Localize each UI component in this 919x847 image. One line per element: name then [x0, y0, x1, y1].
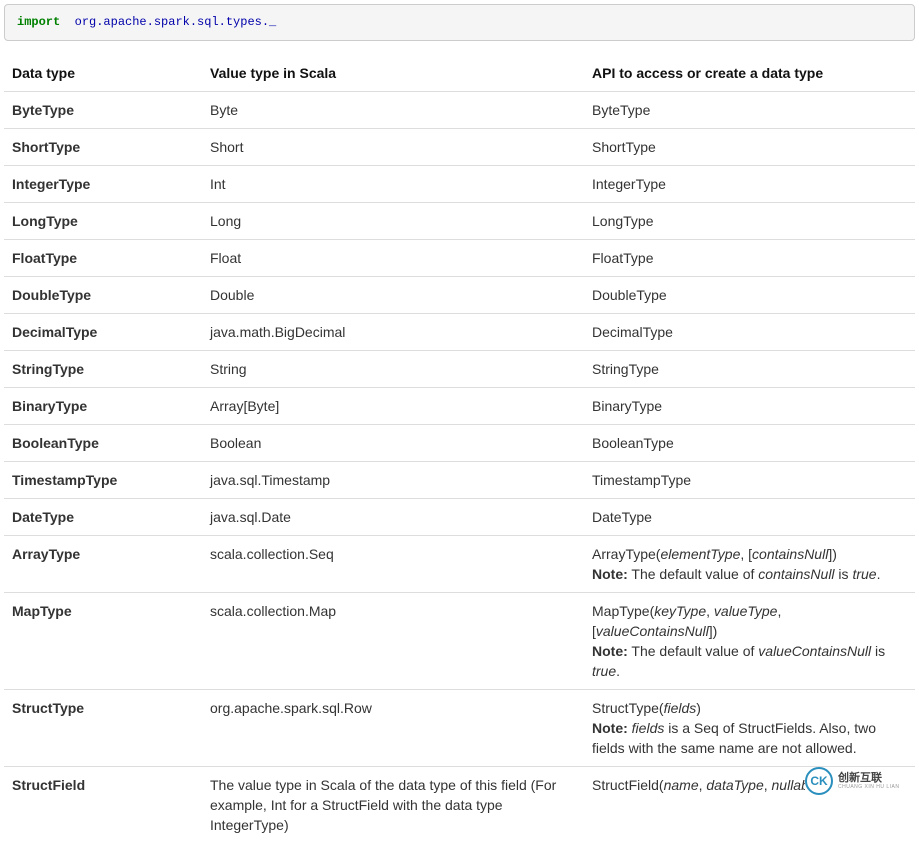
- cell-scala-type: java.sql.Timestamp: [202, 461, 584, 498]
- header-data-type: Data type: [4, 55, 202, 92]
- cell-data-type: StructType: [4, 689, 202, 766]
- cell-api: DecimalType: [584, 313, 915, 350]
- cell-data-type: ByteType: [4, 91, 202, 128]
- cell-scala-type: scala.collection.Map: [202, 592, 584, 689]
- cell-data-type: DateType: [4, 498, 202, 535]
- cell-data-type: MapType: [4, 592, 202, 689]
- cell-scala-type: Boolean: [202, 424, 584, 461]
- cell-data-type: StructField: [4, 766, 202, 843]
- cell-api: LongType: [584, 202, 915, 239]
- table-row: DateTypejava.sql.DateDateType: [4, 498, 915, 535]
- table-row: ByteTypeByteByteType: [4, 91, 915, 128]
- table-row: StructFieldThe value type in Scala of th…: [4, 766, 915, 843]
- table-row: LongTypeLongLongType: [4, 202, 915, 239]
- cell-scala-type: Double: [202, 276, 584, 313]
- watermark-main-text: 创新互联: [838, 772, 900, 784]
- cell-data-type: TimestampType: [4, 461, 202, 498]
- table-row: DecimalTypejava.math.BigDecimalDecimalTy…: [4, 313, 915, 350]
- table-header-row: Data type Value type in Scala API to acc…: [4, 55, 915, 92]
- table-row: MapTypescala.collection.MapMapType(keyTy…: [4, 592, 915, 689]
- cell-scala-type: org.apache.spark.sql.Row: [202, 689, 584, 766]
- table-row: DoubleTypeDoubleDoubleType: [4, 276, 915, 313]
- cell-scala-type: Float: [202, 239, 584, 276]
- code-package: org.apache.spark.sql.types._: [75, 15, 277, 29]
- cell-scala-type: Int: [202, 165, 584, 202]
- cell-scala-type: scala.collection.Seq: [202, 535, 584, 592]
- cell-api: FloatType: [584, 239, 915, 276]
- cell-data-type: DoubleType: [4, 276, 202, 313]
- cell-api: MapType(keyType, valueType, [valueContai…: [584, 592, 915, 689]
- cell-api: ArrayType(elementType, [containsNull])No…: [584, 535, 915, 592]
- cell-scala-type: String: [202, 350, 584, 387]
- cell-data-type: ShortType: [4, 128, 202, 165]
- cell-api: StringType: [584, 350, 915, 387]
- cell-api: IntegerType: [584, 165, 915, 202]
- cell-data-type: IntegerType: [4, 165, 202, 202]
- cell-data-type: StringType: [4, 350, 202, 387]
- cell-scala-type: Short: [202, 128, 584, 165]
- cell-api: TimestampType: [584, 461, 915, 498]
- watermark: CK 创新互联 CHUANG XIN HU LIAN: [805, 767, 915, 795]
- table-row: StringTypeStringStringType: [4, 350, 915, 387]
- cell-scala-type: Byte: [202, 91, 584, 128]
- cell-api: BooleanType: [584, 424, 915, 461]
- header-scala-type: Value type in Scala: [202, 55, 584, 92]
- cell-data-type: ArrayType: [4, 535, 202, 592]
- table-row: ShortTypeShortShortType: [4, 128, 915, 165]
- cell-data-type: BooleanType: [4, 424, 202, 461]
- code-keyword: import: [17, 15, 60, 29]
- cell-scala-type: Array[Byte]: [202, 387, 584, 424]
- cell-scala-type: java.sql.Date: [202, 498, 584, 535]
- header-api: API to access or create a data type: [584, 55, 915, 92]
- cell-data-type: BinaryType: [4, 387, 202, 424]
- table-row: BinaryTypeArray[Byte]BinaryType: [4, 387, 915, 424]
- code-import-block: import org.apache.spark.sql.types._: [4, 4, 915, 41]
- cell-scala-type: The value type in Scala of the data type…: [202, 766, 584, 843]
- cell-api: DateType: [584, 498, 915, 535]
- cell-scala-type: java.math.BigDecimal: [202, 313, 584, 350]
- table-row: BooleanTypeBooleanBooleanType: [4, 424, 915, 461]
- cell-api: DoubleType: [584, 276, 915, 313]
- cell-api: StructType(fields)Note: fields is a Seq …: [584, 689, 915, 766]
- cell-data-type: LongType: [4, 202, 202, 239]
- cell-api: BinaryType: [584, 387, 915, 424]
- watermark-sub-text: CHUANG XIN HU LIAN: [838, 784, 900, 791]
- cell-api: ShortType: [584, 128, 915, 165]
- table-row: StructTypeorg.apache.spark.sql.RowStruct…: [4, 689, 915, 766]
- cell-data-type: FloatType: [4, 239, 202, 276]
- cell-scala-type: Long: [202, 202, 584, 239]
- table-row: TimestampTypejava.sql.TimestampTimestamp…: [4, 461, 915, 498]
- data-types-table: Data type Value type in Scala API to acc…: [4, 55, 915, 843]
- table-row: FloatTypeFloatFloatType: [4, 239, 915, 276]
- table-row: IntegerTypeIntIntegerType: [4, 165, 915, 202]
- cell-api: ByteType: [584, 91, 915, 128]
- table-row: ArrayTypescala.collection.SeqArrayType(e…: [4, 535, 915, 592]
- cell-data-type: DecimalType: [4, 313, 202, 350]
- watermark-logo-icon: CK: [805, 767, 833, 795]
